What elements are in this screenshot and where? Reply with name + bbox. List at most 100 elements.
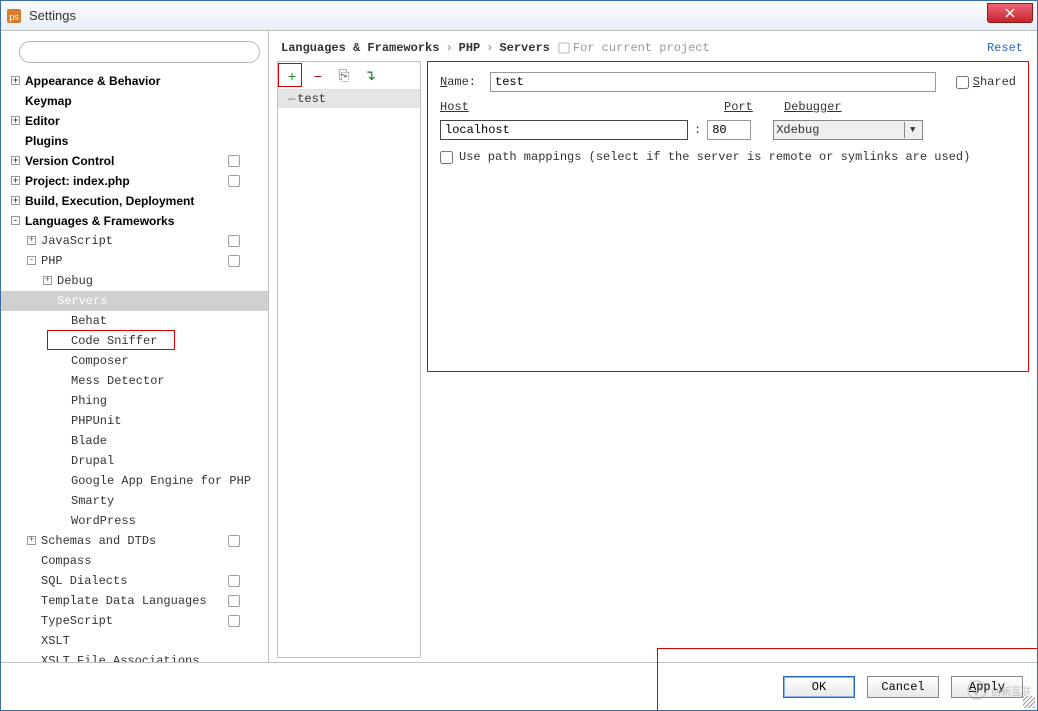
subcontent: + − ⎘ ↴ — test Name: bbox=[269, 61, 1037, 662]
add-server-button[interactable]: + bbox=[284, 68, 300, 84]
expand-icon[interactable]: + bbox=[11, 116, 20, 125]
breadcrumb-part[interactable]: PHP bbox=[459, 41, 481, 55]
tree-item[interactable]: + Schemas and DTDs bbox=[1, 531, 268, 551]
svg-text:ps: ps bbox=[9, 12, 19, 22]
name-label: Name: bbox=[440, 75, 490, 89]
titlebar: ps Settings bbox=[1, 1, 1037, 31]
port-input[interactable] bbox=[707, 120, 751, 140]
tree-item[interactable]: Drupal bbox=[1, 451, 268, 471]
tree-item[interactable]: + Version Control bbox=[1, 151, 268, 171]
tree-item[interactable]: +Editor bbox=[1, 111, 268, 131]
tree-item[interactable]: + JavaScript bbox=[1, 231, 268, 251]
host-port-sep: : bbox=[694, 123, 701, 137]
tree-item[interactable]: +Debug bbox=[1, 271, 268, 291]
tree-item-label: Behat bbox=[71, 314, 107, 328]
apply-button[interactable]: Apply bbox=[951, 676, 1023, 698]
tree-item[interactable]: Phing bbox=[1, 391, 268, 411]
server-item[interactable]: — test bbox=[278, 90, 420, 108]
expand-icon[interactable]: + bbox=[27, 536, 36, 545]
tree-item-label: Plugins bbox=[25, 134, 68, 148]
tree-item-label: Google App Engine for PHP bbox=[71, 474, 251, 488]
tree-item-label: SQL Dialects bbox=[41, 574, 127, 588]
tree-item[interactable]: Composer bbox=[1, 351, 268, 371]
project-badge-icon bbox=[228, 535, 240, 547]
tree-item[interactable]: Blade bbox=[1, 431, 268, 451]
tree-item-label: Keymap bbox=[25, 94, 72, 108]
server-form: Name: Shared Host Port Debugger bbox=[427, 61, 1029, 372]
expand-icon[interactable]: + bbox=[27, 236, 36, 245]
expand-icon[interactable]: + bbox=[11, 196, 20, 205]
host-input[interactable] bbox=[440, 120, 688, 140]
tree-item[interactable]: SQL Dialects bbox=[1, 571, 268, 591]
tree-item-label: TypeScript bbox=[41, 614, 113, 628]
tree-item[interactable]: -PHP bbox=[1, 251, 268, 271]
debugger-select[interactable]: Xdebug ▼ bbox=[773, 120, 923, 140]
search-input[interactable] bbox=[19, 41, 260, 63]
tree-item-label: Schemas and DTDs bbox=[41, 534, 156, 548]
remove-server-button[interactable]: − bbox=[310, 68, 326, 84]
tree-item[interactable]: Smarty bbox=[1, 491, 268, 511]
settings-tree[interactable]: +Appearance & Behavior Keymap +Editor Plugi… bbox=[1, 69, 268, 662]
project-badge-icon bbox=[228, 235, 240, 247]
tree-item-label: PHPUnit bbox=[71, 414, 121, 428]
tree-item[interactable]: + Build, Execution, Deployment bbox=[1, 191, 268, 211]
close-button[interactable] bbox=[987, 3, 1033, 23]
tree-item[interactable]: Mess Detector bbox=[1, 371, 268, 391]
tree-item[interactable]: WordPress bbox=[1, 511, 268, 531]
tree-item[interactable]: Code Sniffer bbox=[1, 331, 268, 351]
tree-item[interactable]: +Appearance & Behavior bbox=[1, 71, 268, 91]
breadcrumb-part: Servers bbox=[499, 41, 549, 55]
tree-item-label: Build, Execution, Deployment bbox=[25, 194, 194, 208]
main-panel: Languages & Frameworks › PHP › Servers F… bbox=[269, 31, 1037, 662]
tree-item[interactable]: Keymap bbox=[1, 91, 268, 111]
port-label: Port bbox=[724, 100, 780, 114]
tree-item[interactable]: Template Data Languages bbox=[1, 591, 268, 611]
project-badge-icon bbox=[228, 255, 240, 267]
expand-icon[interactable]: + bbox=[11, 176, 20, 185]
tree-item[interactable]: TypeScript bbox=[1, 611, 268, 631]
host-label: Host bbox=[440, 100, 700, 114]
project-badge-icon bbox=[228, 615, 240, 627]
breadcrumb-part[interactable]: Languages & Frameworks bbox=[281, 41, 439, 55]
project-badge-icon bbox=[228, 595, 240, 607]
cancel-button[interactable]: Cancel bbox=[867, 676, 939, 698]
debugger-label: Debugger bbox=[784, 100, 1016, 114]
tree-item[interactable]: Behat bbox=[1, 311, 268, 331]
tree-item[interactable]: XSLT File Associations bbox=[1, 651, 268, 662]
tree-item[interactable]: -Languages & Frameworks bbox=[1, 211, 268, 231]
ok-button[interactable]: OK bbox=[783, 676, 855, 698]
project-badge-icon bbox=[228, 575, 240, 587]
tree-item-label: Version Control bbox=[25, 154, 114, 168]
tree-item[interactable]: Google App Engine for PHP bbox=[1, 471, 268, 491]
server-name-input[interactable] bbox=[490, 72, 936, 92]
content: +Appearance & Behavior Keymap +Editor Plugi… bbox=[1, 31, 1037, 662]
copy-server-button[interactable]: ⎘ bbox=[336, 68, 352, 84]
tree-item[interactable]: Servers bbox=[1, 291, 268, 311]
collapse-icon[interactable]: - bbox=[11, 216, 20, 225]
collapse-icon[interactable]: - bbox=[27, 256, 36, 265]
app-icon: ps bbox=[5, 7, 23, 25]
expand-icon[interactable]: + bbox=[43, 276, 52, 285]
reset-link[interactable]: Reset bbox=[987, 41, 1023, 55]
breadcrumb-sep: › bbox=[445, 41, 452, 55]
tree-item-label: WordPress bbox=[71, 514, 136, 528]
tree-item-label: PHP bbox=[41, 254, 63, 268]
resize-grip[interactable] bbox=[1023, 696, 1035, 708]
import-button[interactable]: ↴ bbox=[362, 68, 378, 84]
tree-item[interactable]: XSLT bbox=[1, 631, 268, 651]
tree-item-label: JavaScript bbox=[41, 234, 113, 248]
shared-checkbox[interactable] bbox=[956, 76, 969, 89]
tree-item[interactable]: Compass bbox=[1, 551, 268, 571]
path-mappings-checkbox[interactable] bbox=[440, 151, 453, 164]
path-mappings-label: Use path mappings (select if the server … bbox=[459, 150, 970, 164]
tree-item[interactable]: +Project: index.php bbox=[1, 171, 268, 191]
project-scope-note: For current project bbox=[558, 41, 710, 55]
chevron-down-icon: ▼ bbox=[904, 122, 920, 138]
expand-icon[interactable]: + bbox=[11, 156, 20, 165]
expand-icon[interactable]: + bbox=[11, 76, 20, 85]
breadcrumb: Languages & Frameworks › PHP › Servers F… bbox=[269, 31, 1037, 61]
tree-item[interactable]: PHPUnit bbox=[1, 411, 268, 431]
tree-item[interactable]: Plugins bbox=[1, 131, 268, 151]
tree-item-label: Template Data Languages bbox=[41, 594, 207, 608]
dialog-footer: OK Cancel Apply bbox=[1, 662, 1037, 710]
